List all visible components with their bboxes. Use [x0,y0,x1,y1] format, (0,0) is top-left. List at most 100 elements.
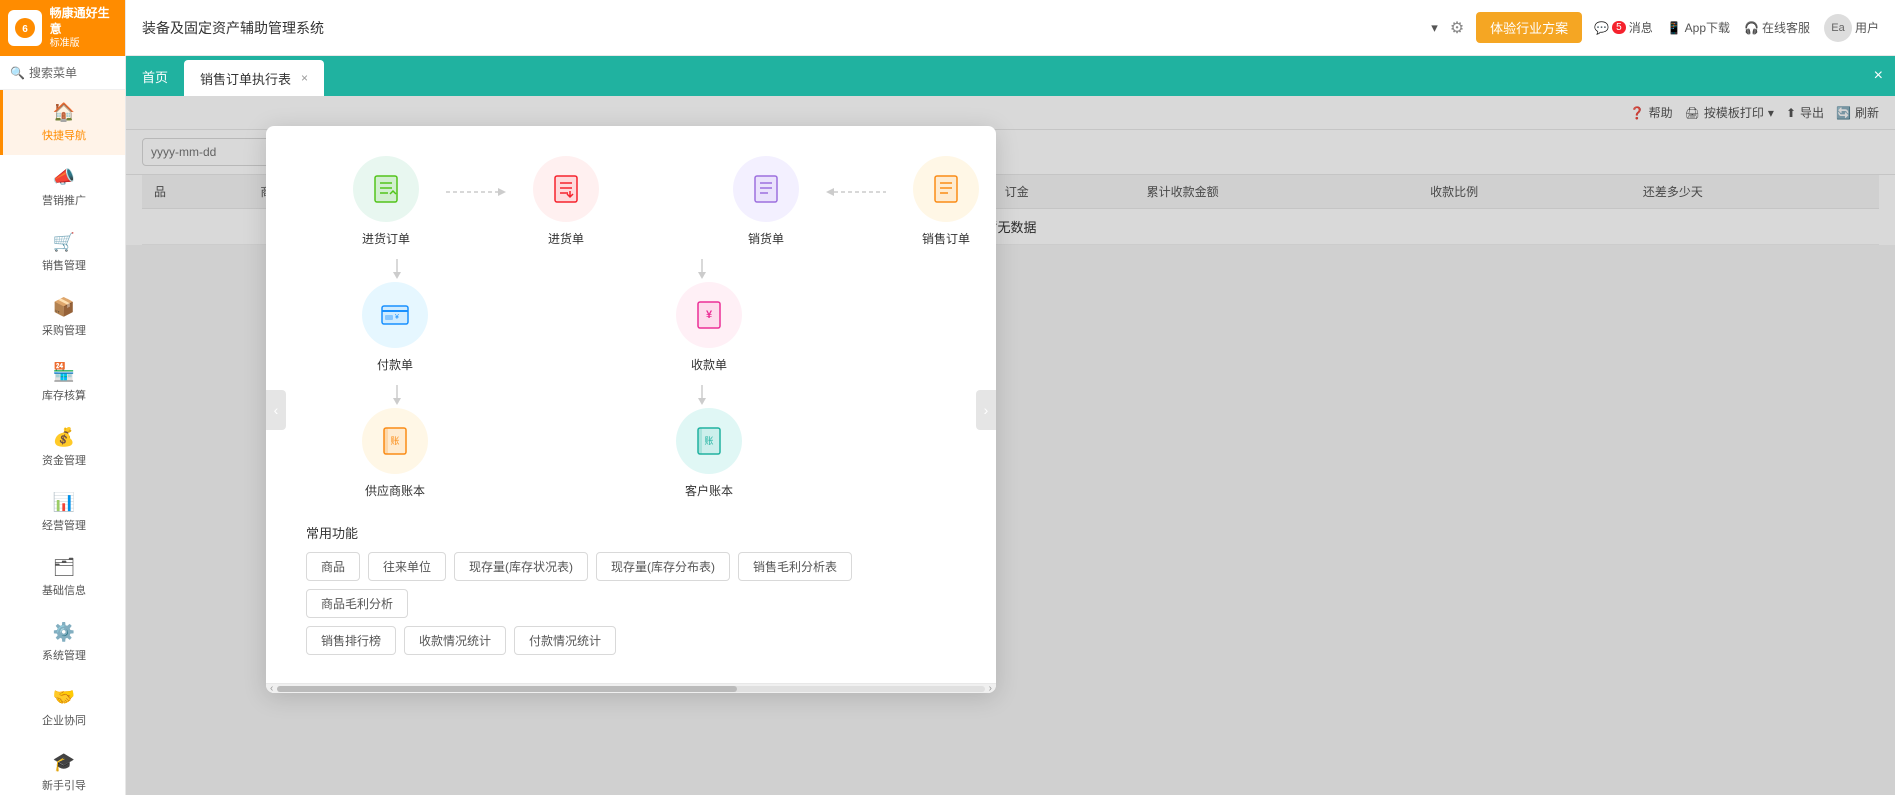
experience-btn[interactable]: 体验行业方案 [1476,12,1582,43]
arrow-1 [446,186,506,198]
flow-item-purchase-order[interactable]: 进货订单 [326,156,446,247]
logo-icon: 6 [8,10,42,46]
flow-col-purchase-order: 进货订单 [326,156,446,247]
flow-col-purchase-bill: 进货单 [506,156,626,247]
common-functions: 常用功能 商品往来单位现存量(库存状况表)现存量(库存分布表)销售毛利分析表商品… [306,523,956,655]
flow-col-receipt: ¥ 收款单 [649,282,769,373]
sidebar-item-operations[interactable]: 📊 经营管理 [0,480,125,545]
flow-row-1: 进货订单 [306,156,956,247]
func-btn-现存量(库存状况表)[interactable]: 现存量(库存状况表) [454,552,588,581]
popup-scrollbar[interactable]: ‹ › [266,683,996,693]
purchase-bill-label: 进货单 [548,230,584,247]
app-download-btn[interactable]: 📱 App下载 [1667,19,1730,36]
message-btn[interactable]: 💬 5 消息 [1594,19,1653,36]
func-btn-往来单位[interactable]: 往来单位 [368,552,446,581]
func-btn-商品[interactable]: 商品 [306,552,360,581]
func-btns-row1: 商品往来单位现存量(库存状况表) 现存量(库存分布表) 销售毛利分析表商品毛利分析 [306,552,956,618]
tab-end-close-btn[interactable]: × [1862,56,1895,96]
func-btn-销售毛利分析表[interactable]: 销售毛利分析表 [738,552,852,581]
flow-row-3: 账 供应商账本 账 [306,408,956,499]
user-profile-btn[interactable]: Ea 用户 [1824,14,1879,42]
inventory-icon: 🏪 [53,362,75,383]
flow-item-receipt[interactable]: ¥ 收款单 [649,282,769,373]
sidebar-item-purchase[interactable]: 📦 采购管理 [0,285,125,350]
logo-text: 畅康通好生意 标准版 [50,6,117,50]
sidebar-item-marketing[interactable]: 📣 营销推广 [0,155,125,220]
main-content: 装备及固定资产辅助管理系统 ▾ ⚙ 体验行业方案 💬 5 消息 📱 App下载 … [126,0,1895,795]
sales-order-icon [913,156,979,222]
scrollbar-track [277,686,984,692]
search-icon: 🔍 [10,66,25,80]
message-badge: 5 [1612,21,1626,34]
finance-icon: 💰 [53,427,75,448]
func-btn-销售排行榜[interactable]: 销售排行榜 [306,626,396,655]
sidebar-item-sales[interactable]: 🛒 销售管理 [0,220,125,285]
spacer-2 [480,259,620,282]
common-functions-title: 常用功能 [306,523,956,542]
spacer-3 [785,259,925,282]
down-arrow-sales-bill [642,259,762,282]
func-btn-现存量(库存分布表)[interactable]: 现存量(库存分布表) [596,552,730,581]
purchase-bill-icon [533,156,599,222]
popup-overlay: ‹ › [126,96,1895,795]
func-btn-收款情况统计[interactable]: 收款情况统计 [404,626,506,655]
svg-text:账: 账 [704,436,713,446]
settings-icon[interactable]: ⚙ [1450,18,1464,38]
topbar-icons: 💬 5 消息 📱 App下载 🎧 在线客服 Ea 用户 [1594,14,1879,42]
sidebar-item-enterprise[interactable]: 🤝 企业协同 [0,675,125,740]
func-btn-商品毛利分析[interactable]: 商品毛利分析 [306,589,408,618]
logo-area: 6 畅康通好生意 标准版 [0,0,125,56]
scrollbar-thumb[interactable] [277,686,737,692]
tab-close-icon[interactable]: × [301,71,308,85]
customer-ledger-label: 客户账本 [685,482,733,499]
sidebar-item-inventory[interactable]: 🏪 库存核算 [0,350,125,415]
func-btn-付款情况统计[interactable]: 付款情况统计 [514,626,616,655]
svg-text:6: 6 [22,24,28,35]
message-icon: 💬 [1594,21,1609,35]
down-arrow-payment [337,385,457,408]
flow-item-sales-order[interactable]: 销售订单 [886,156,996,247]
tabbar: 首页 销售订单执行表 × × [126,56,1895,96]
sidebar-item-quick-nav[interactable]: 🏠 快捷导航 [0,90,125,155]
flow-item-supplier-ledger[interactable]: 账 供应商账本 [335,408,455,499]
svg-text:¥: ¥ [706,309,713,321]
tab-sales-order-exec[interactable]: 销售订单执行表 × [184,60,324,96]
basic-info-icon: 🗂 [53,557,76,578]
scroll-left-arrow[interactable]: ‹ [270,683,273,693]
down-arrow-purchase-bill [337,259,457,282]
sales-order-label: 销售订单 [922,230,970,247]
operations-icon: 📊 [53,492,75,513]
system-title: 装备及固定资产辅助管理系统 [142,18,1419,38]
sales-bill-label: 销货单 [748,230,784,247]
supplier-ledger-label: 供应商账本 [365,482,425,499]
system-icon: ⚙️ [53,622,75,643]
flow-item-purchase-bill[interactable]: 进货单 [506,156,626,247]
sidebar-item-newbie[interactable]: 🎓 新手引导 [0,740,125,795]
sales-icon: 🛒 [53,232,75,253]
sidebar-item-system[interactable]: ⚙️ 系统管理 [0,610,125,675]
scroll-right-arrow[interactable]: › [989,683,992,693]
customer-ledger-icon: 账 [676,408,742,474]
flow-item-sales-bill[interactable]: 销货单 [706,156,826,247]
payment-label: 付款单 [377,356,413,373]
sidebar-item-finance[interactable]: 💰 资金管理 [0,415,125,480]
flow-col-sales-bill: 销货单 [706,156,826,247]
popup-nav-right[interactable]: › [976,390,996,430]
online-service-btn[interactable]: 🎧 在线客服 [1744,19,1810,36]
search-menu[interactable]: 🔍 搜索菜单 [0,56,125,90]
func-btns-row2: 销售排行榜收款情况统计付款情况统计 [306,626,956,655]
flow-item-payment[interactable]: ¥ 付款单 [335,282,455,373]
flow-popup: ‹ › [266,126,996,693]
receipt-icon: ¥ [676,282,742,348]
popup-nav-left[interactable]: ‹ [266,390,286,430]
download-icon: 📱 [1667,21,1682,35]
sidebar-item-basic-info[interactable]: 🗂 基础信息 [0,545,125,610]
flow-col-customer-ledger: 账 客户账本 [649,408,769,499]
system-dropdown[interactable]: ▾ [1431,20,1438,36]
spacer-8 [785,385,925,408]
tab-home[interactable]: 首页 [126,56,184,96]
newbie-icon: 🎓 [53,752,75,773]
svg-text:¥: ¥ [395,314,399,321]
dropdown-arrow-icon: ▾ [1431,20,1438,36]
flow-item-customer-ledger[interactable]: 账 客户账本 [649,408,769,499]
